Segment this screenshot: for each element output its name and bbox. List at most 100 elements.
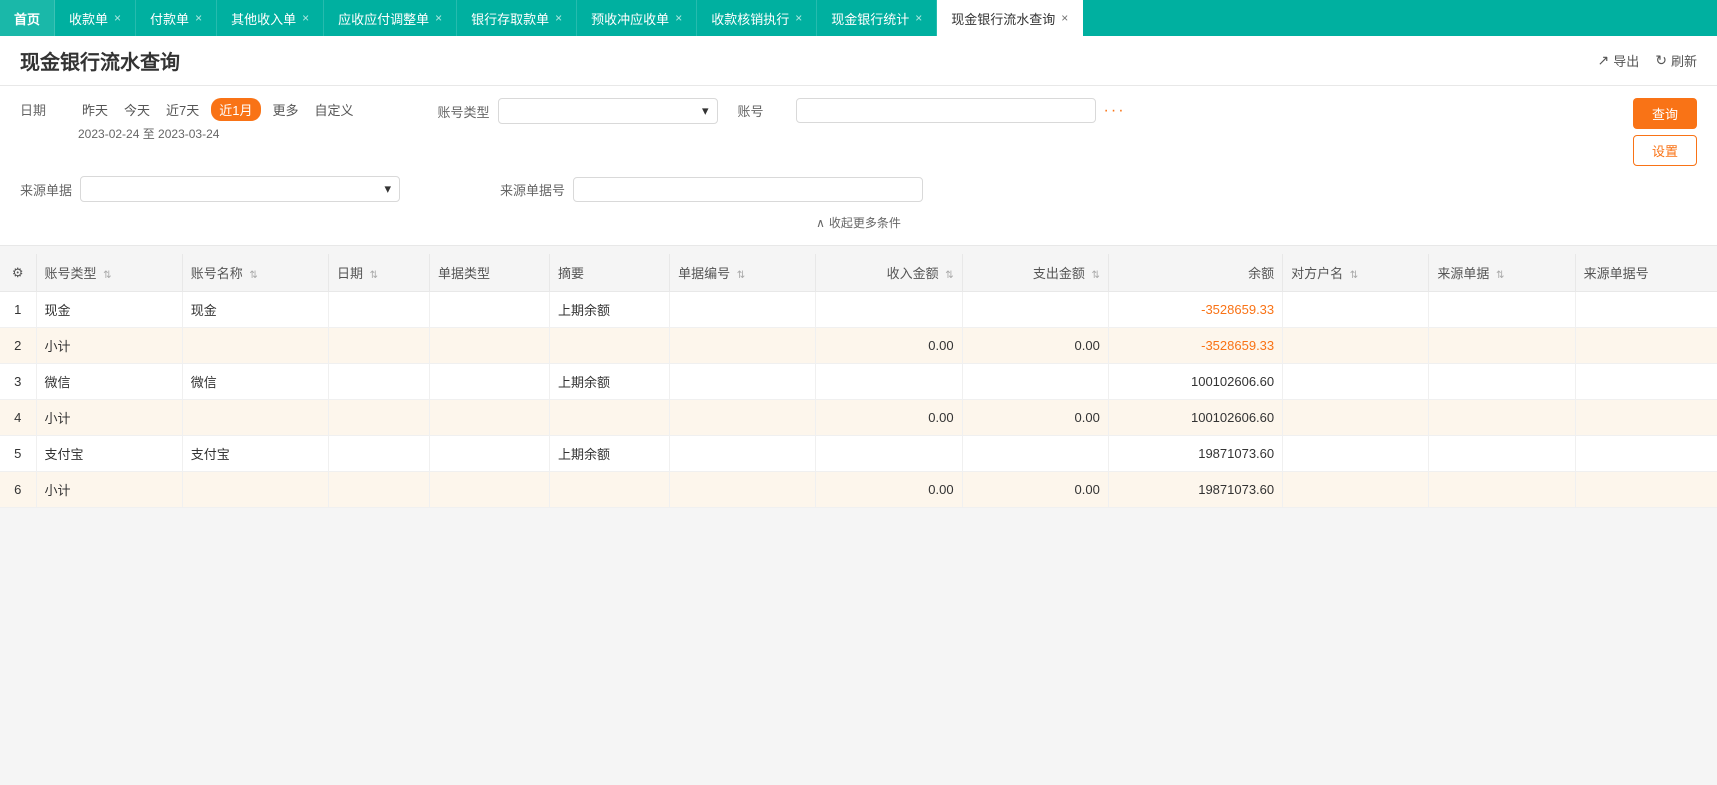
table-container: ⚙ 账号类型 ⇅ 账号名称 ⇅ 日期 ⇅ 单据类型 摘要	[0, 254, 1717, 508]
close-icon[interactable]: ×	[435, 11, 442, 25]
th-source-doc-no[interactable]: 来源单据号	[1575, 254, 1717, 292]
td-account-type: 微信	[36, 364, 182, 400]
th-summary[interactable]: 摘要	[550, 254, 670, 292]
th-account-type[interactable]: 账号类型 ⇅	[36, 254, 182, 292]
td-account-type: 小计	[36, 328, 182, 364]
td-account-name	[182, 328, 328, 364]
td-source-doc-no	[1575, 364, 1717, 400]
source-doc-select[interactable]: ▾	[80, 176, 400, 202]
refresh-button[interactable]: ↻ 刷新	[1655, 51, 1697, 70]
sort-icon: ⇅	[103, 270, 111, 281]
close-icon[interactable]: ×	[915, 11, 922, 25]
nav-tab-cash-flow-query-label: 现金银行流水查询	[951, 9, 1055, 28]
gear-icon[interactable]: ⚙	[12, 265, 24, 280]
close-icon[interactable]: ×	[1061, 11, 1068, 25]
td-doc-no	[670, 328, 816, 364]
th-account-type-label: 账号类型	[45, 266, 97, 281]
td-source-doc-no	[1575, 472, 1717, 508]
td-account-name: 微信	[182, 364, 328, 400]
nav-tab-payment[interactable]: 付款单 ×	[136, 0, 217, 36]
nav-tab-bank-deposit-label: 银行存取款单	[471, 9, 549, 28]
td-counterpart	[1283, 364, 1429, 400]
td-counterpart	[1283, 328, 1429, 364]
td-account-name	[182, 400, 328, 436]
td-balance: 100102606.60	[1108, 364, 1282, 400]
th-doc-type[interactable]: 单据类型	[429, 254, 549, 292]
nav-tab-receipt-verify[interactable]: 收款核销执行 ×	[697, 0, 817, 36]
nav-tab-cash-flow-query[interactable]: 现金银行流水查询 ×	[937, 0, 1083, 36]
td-doc-type	[429, 364, 549, 400]
sort-icon: ⇅	[1091, 270, 1099, 281]
td-balance: 19871073.60	[1108, 436, 1282, 472]
top-navigation: 首页 收款单 × 付款单 × 其他收入单 × 应收应付调整单 × 银行存取款单 …	[0, 0, 1717, 36]
td-date	[328, 328, 429, 364]
date-range-text: 2023-02-24 至 2023-03-24	[78, 127, 219, 141]
td-income	[816, 364, 962, 400]
date-opt-custom[interactable]: 自定义	[311, 98, 358, 121]
td-summary: 上期余额	[550, 436, 670, 472]
source-doc-no-input[interactable]	[573, 177, 923, 202]
date-opt-yesterday[interactable]: 昨天	[78, 98, 112, 121]
chevron-down-icon: ▾	[702, 103, 709, 119]
th-account-name-label: 账号名称	[191, 266, 243, 281]
td-source-doc	[1429, 292, 1575, 328]
account-input[interactable]	[796, 98, 1096, 123]
account-type-select[interactable]: ▾	[498, 98, 718, 124]
date-opt-7days[interactable]: 近7天	[162, 98, 203, 121]
td-income: 0.00	[816, 472, 962, 508]
close-icon[interactable]: ×	[555, 11, 562, 25]
td-account-type: 小计	[36, 400, 182, 436]
td-account-type: 现金	[36, 292, 182, 328]
td-source-doc-no	[1575, 436, 1717, 472]
collapse-bar[interactable]: ∧ 收起更多条件	[20, 208, 1697, 233]
source-doc-label: 来源单据	[20, 180, 72, 199]
table-body: 1现金现金上期余额-3528659.332小计0.000.00-3528659.…	[0, 292, 1717, 508]
th-gear[interactable]: ⚙	[0, 254, 36, 292]
nav-tab-cash-stat-label: 现金银行统计	[831, 9, 909, 28]
nav-tab-other-income[interactable]: 其他收入单 ×	[217, 0, 324, 36]
th-balance-label: 余额	[1248, 266, 1274, 281]
chevron-down-icon: ▾	[384, 181, 391, 197]
export-button[interactable]: ↗ 导出	[1598, 51, 1640, 70]
sort-icon: ⇅	[249, 270, 257, 281]
th-source-doc[interactable]: 来源单据 ⇅	[1429, 254, 1575, 292]
th-counterpart[interactable]: 对方户名 ⇅	[1283, 254, 1429, 292]
settings-button[interactable]: 设置	[1633, 135, 1697, 166]
close-icon[interactable]: ×	[302, 11, 309, 25]
table-row: 2小计0.000.00-3528659.33	[0, 328, 1717, 364]
th-source-doc-label: 来源单据	[1437, 266, 1489, 281]
nav-tab-ar-ap-adjust[interactable]: 应收应付调整单 ×	[324, 0, 457, 36]
nav-tab-receipt[interactable]: 收款单 ×	[55, 0, 136, 36]
nav-tab-cash-stat[interactable]: 现金银行统计 ×	[817, 0, 937, 36]
th-date[interactable]: 日期 ⇅	[328, 254, 429, 292]
export-icon: ↗	[1598, 52, 1610, 69]
td-row-no: 6	[0, 472, 36, 508]
header-actions: ↗ 导出 ↻ 刷新	[1598, 51, 1698, 70]
table-header-row: ⚙ 账号类型 ⇅ 账号名称 ⇅ 日期 ⇅ 单据类型 摘要	[0, 254, 1717, 292]
close-icon[interactable]: ×	[795, 11, 802, 25]
th-balance[interactable]: 余额	[1108, 254, 1282, 292]
th-doc-type-label: 单据类型	[438, 266, 490, 281]
th-account-name[interactable]: 账号名称 ⇅	[182, 254, 328, 292]
nav-tab-bank-deposit[interactable]: 银行存取款单 ×	[457, 0, 577, 36]
date-opt-more[interactable]: 更多	[269, 98, 303, 121]
nav-tab-home[interactable]: 首页	[0, 0, 55, 36]
sort-icon: ⇅	[945, 270, 953, 281]
account-dots-button[interactable]: ···	[1104, 102, 1126, 120]
th-expense[interactable]: 支出金额 ⇅	[962, 254, 1108, 292]
table-row: 4小计0.000.00100102606.60	[0, 400, 1717, 436]
close-icon[interactable]: ×	[195, 11, 202, 25]
th-income[interactable]: 收入金额 ⇅	[816, 254, 962, 292]
nav-tab-home-label: 首页	[14, 9, 40, 28]
close-icon[interactable]: ×	[675, 11, 682, 25]
th-expense-label: 支出金额	[1033, 266, 1085, 281]
th-doc-no[interactable]: 单据编号 ⇅	[670, 254, 816, 292]
nav-tab-payment-label: 付款单	[150, 9, 189, 28]
nav-tab-prepay-offset[interactable]: 预收冲应收单 ×	[577, 0, 697, 36]
date-opt-1month[interactable]: 近1月	[211, 98, 260, 121]
close-icon[interactable]: ×	[114, 11, 121, 25]
date-opt-today[interactable]: 今天	[120, 98, 154, 121]
td-balance: -3528659.33	[1108, 292, 1282, 328]
td-counterpart	[1283, 436, 1429, 472]
query-button[interactable]: 查询	[1633, 98, 1697, 129]
